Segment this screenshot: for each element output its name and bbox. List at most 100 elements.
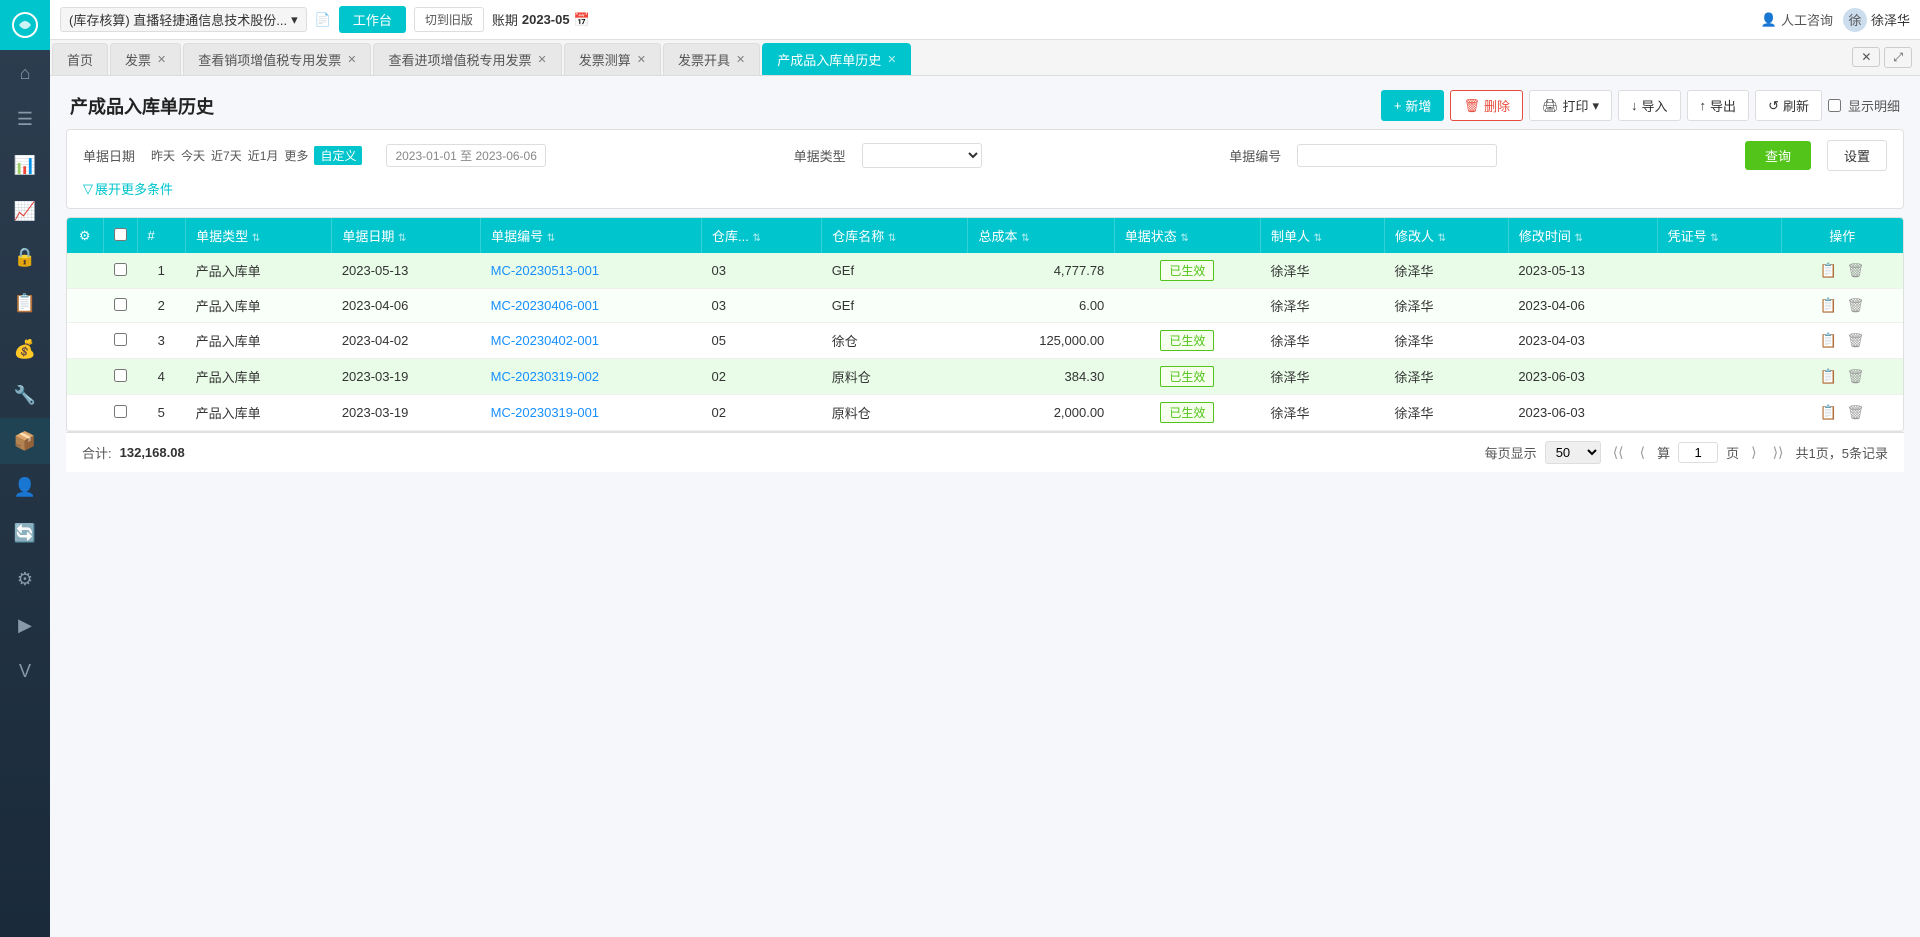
col-checkbox[interactable] <box>103 218 137 253</box>
tab-check-output-close[interactable]: ✕ <box>347 53 356 66</box>
select-all-checkbox[interactable] <box>114 228 127 241</box>
workbench-button[interactable]: 工作台 <box>339 6 406 33</box>
prev-page-button[interactable]: ⟨ <box>1636 442 1649 463</box>
export-button[interactable]: ↑ 导出 <box>1687 90 1750 121</box>
sidebar-item-tools[interactable]: 🔧 <box>0 372 50 418</box>
tab-product-history-close[interactable]: ✕ <box>887 53 896 66</box>
print-button[interactable]: 🖨 打印 ▾ <box>1529 90 1612 121</box>
row-edit-button-4[interactable]: 📋 <box>1817 404 1840 421</box>
tab-calc-close[interactable]: ✕ <box>637 53 646 66</box>
set-button[interactable]: 设置 <box>1827 140 1887 171</box>
sidebar-item-analysis[interactable]: 📈 <box>0 188 50 234</box>
date-range-display[interactable]: 2023-01-01 至 2023-06-06 <box>386 144 545 167</box>
tab-issue-close[interactable]: ✕ <box>736 53 745 66</box>
switch-period-button[interactable]: 切到旧版 <box>414 7 484 32</box>
col-warehouse-code[interactable]: 仓库... ⇅ <box>702 218 822 253</box>
row-delete-button-1[interactable]: 🗑 <box>1844 297 1868 314</box>
row-checkbox-2[interactable] <box>103 323 137 359</box>
col-type[interactable]: 单据类型 ⇅ <box>186 218 332 253</box>
expand-filter-button[interactable]: ▽ 展开更多条件 <box>83 179 173 198</box>
row-delete-button-2[interactable]: 🗑 <box>1844 332 1868 349</box>
col-date[interactable]: 单据日期 ⇅ <box>332 218 481 253</box>
page-size-select[interactable]: 50 20 100 <box>1545 441 1601 464</box>
tab-check-input[interactable]: 查看进项增值税专用发票 ✕ <box>373 43 561 75</box>
col-creator[interactable]: 制单人 ⇅ <box>1261 218 1385 253</box>
row-check-3[interactable] <box>114 369 127 382</box>
col-number[interactable]: 单据编号 ⇅ <box>481 218 702 253</box>
customer-service[interactable]: 👤 人工咨询 <box>1761 10 1833 29</box>
tab-close-button[interactable]: ✕ <box>1852 47 1880 67</box>
row-delete-button-4[interactable]: 🗑 <box>1844 404 1868 421</box>
date-yesterday[interactable]: 昨天 <box>151 147 175 164</box>
tab-invoice[interactable]: 发票 ✕ <box>110 43 181 75</box>
col-settings[interactable]: ⚙ <box>67 218 103 253</box>
display-detail-checkbox[interactable] <box>1828 99 1841 112</box>
sidebar-item-v[interactable]: V <box>0 648 50 694</box>
sidebar-item-sync[interactable]: 🔄 <box>0 510 50 556</box>
sidebar-item-menu[interactable]: ☰ <box>0 96 50 142</box>
row-number-4[interactable]: MC-20230319-001 <box>481 395 702 431</box>
number-filter-input[interactable] <box>1297 144 1497 167</box>
sidebar-item-security[interactable]: 🔒 <box>0 234 50 280</box>
sidebar-item-settings[interactable]: ⚙ <box>0 556 50 602</box>
sidebar-item-finance[interactable]: 💰 <box>0 326 50 372</box>
tab-calc[interactable]: 发票测算 ✕ <box>564 43 661 75</box>
last-page-button[interactable]: ⟩⟩ <box>1769 442 1788 463</box>
col-voucher[interactable]: 凭证号 ⇅ <box>1657 218 1781 253</box>
tab-check-output[interactable]: 查看销项增值税专用发票 ✕ <box>183 43 371 75</box>
row-check-4[interactable] <box>114 405 127 418</box>
row-number-link-0[interactable]: MC-20230513-001 <box>491 263 599 278</box>
tab-maximize-button[interactable]: ⤢ <box>1884 47 1912 68</box>
tab-product-history[interactable]: 产成品入库单历史 ✕ <box>762 43 911 75</box>
tab-home[interactable]: 首页 <box>52 43 108 75</box>
row-number-link-2[interactable]: MC-20230402-001 <box>491 333 599 348</box>
row-number-3[interactable]: MC-20230319-002 <box>481 359 702 395</box>
row-number-link-3[interactable]: MC-20230319-002 <box>491 369 599 384</box>
sidebar-item-user[interactable]: 👤 <box>0 464 50 510</box>
date-today[interactable]: 今天 <box>181 147 205 164</box>
import-button[interactable]: ↓ 导入 <box>1618 90 1681 121</box>
refresh-button[interactable]: ↺ 刷新 <box>1755 90 1822 121</box>
sidebar-item-document[interactable]: 📋 <box>0 280 50 326</box>
date-7days[interactable]: 近7天 <box>211 147 242 164</box>
row-number-link-1[interactable]: MC-20230406-001 <box>491 298 599 313</box>
tab-invoice-close[interactable]: ✕ <box>157 53 166 66</box>
type-filter-select[interactable]: 产品入库单 <box>862 143 982 168</box>
col-total-cost[interactable]: 总成本 ⇅ <box>968 218 1114 253</box>
row-checkbox-3[interactable] <box>103 359 137 395</box>
col-status[interactable]: 单据状态 ⇅ <box>1114 218 1260 253</box>
date-1month[interactable]: 近1月 <box>248 147 279 164</box>
row-edit-button-3[interactable]: 📋 <box>1817 368 1840 385</box>
sidebar-item-run[interactable]: ▶ <box>0 602 50 648</box>
next-page-button[interactable]: ⟩ <box>1747 442 1760 463</box>
row-edit-button-0[interactable]: 📋 <box>1817 262 1840 279</box>
display-detail-toggle[interactable]: 显示明细 <box>1828 96 1900 115</box>
tab-issue[interactable]: 发票开具 ✕ <box>663 43 760 75</box>
row-checkbox-1[interactable] <box>103 289 137 323</box>
first-page-button[interactable]: ⟨⟨ <box>1609 442 1628 463</box>
page-number-input[interactable] <box>1678 442 1718 463</box>
company-selector[interactable]: (库存核算) 直播轻捷通信息技术股份... ▾ <box>60 7 307 32</box>
row-delete-button-0[interactable]: 🗑 <box>1844 262 1868 279</box>
row-checkbox-4[interactable] <box>103 395 137 431</box>
sidebar-item-inventory[interactable]: 📦 <box>0 418 50 464</box>
delete-button[interactable]: 🗑 删除 <box>1450 90 1523 121</box>
date-custom[interactable]: 自定义 <box>314 146 362 165</box>
new-button[interactable]: + 新增 <box>1381 90 1445 121</box>
row-check-1[interactable] <box>114 298 127 311</box>
period-calendar-icon[interactable]: 📅 <box>574 12 590 28</box>
query-button[interactable]: 查询 <box>1745 141 1811 170</box>
user-menu[interactable]: 徐 徐泽华 <box>1843 8 1910 32</box>
sidebar-item-report[interactable]: 📊 <box>0 142 50 188</box>
row-checkbox-0[interactable] <box>103 253 137 289</box>
row-edit-button-1[interactable]: 📋 <box>1817 297 1840 314</box>
row-check-0[interactable] <box>114 263 127 276</box>
row-delete-button-3[interactable]: 🗑 <box>1844 368 1868 385</box>
tab-check-input-close[interactable]: ✕ <box>538 53 547 66</box>
col-modify-time[interactable]: 修改时间 ⇅ <box>1508 218 1657 253</box>
date-more[interactable]: 更多 <box>284 147 308 164</box>
row-number-2[interactable]: MC-20230402-001 <box>481 323 702 359</box>
sidebar-item-home[interactable]: ⌂ <box>0 50 50 96</box>
row-edit-button-2[interactable]: 📋 <box>1817 332 1840 349</box>
row-check-2[interactable] <box>114 333 127 346</box>
